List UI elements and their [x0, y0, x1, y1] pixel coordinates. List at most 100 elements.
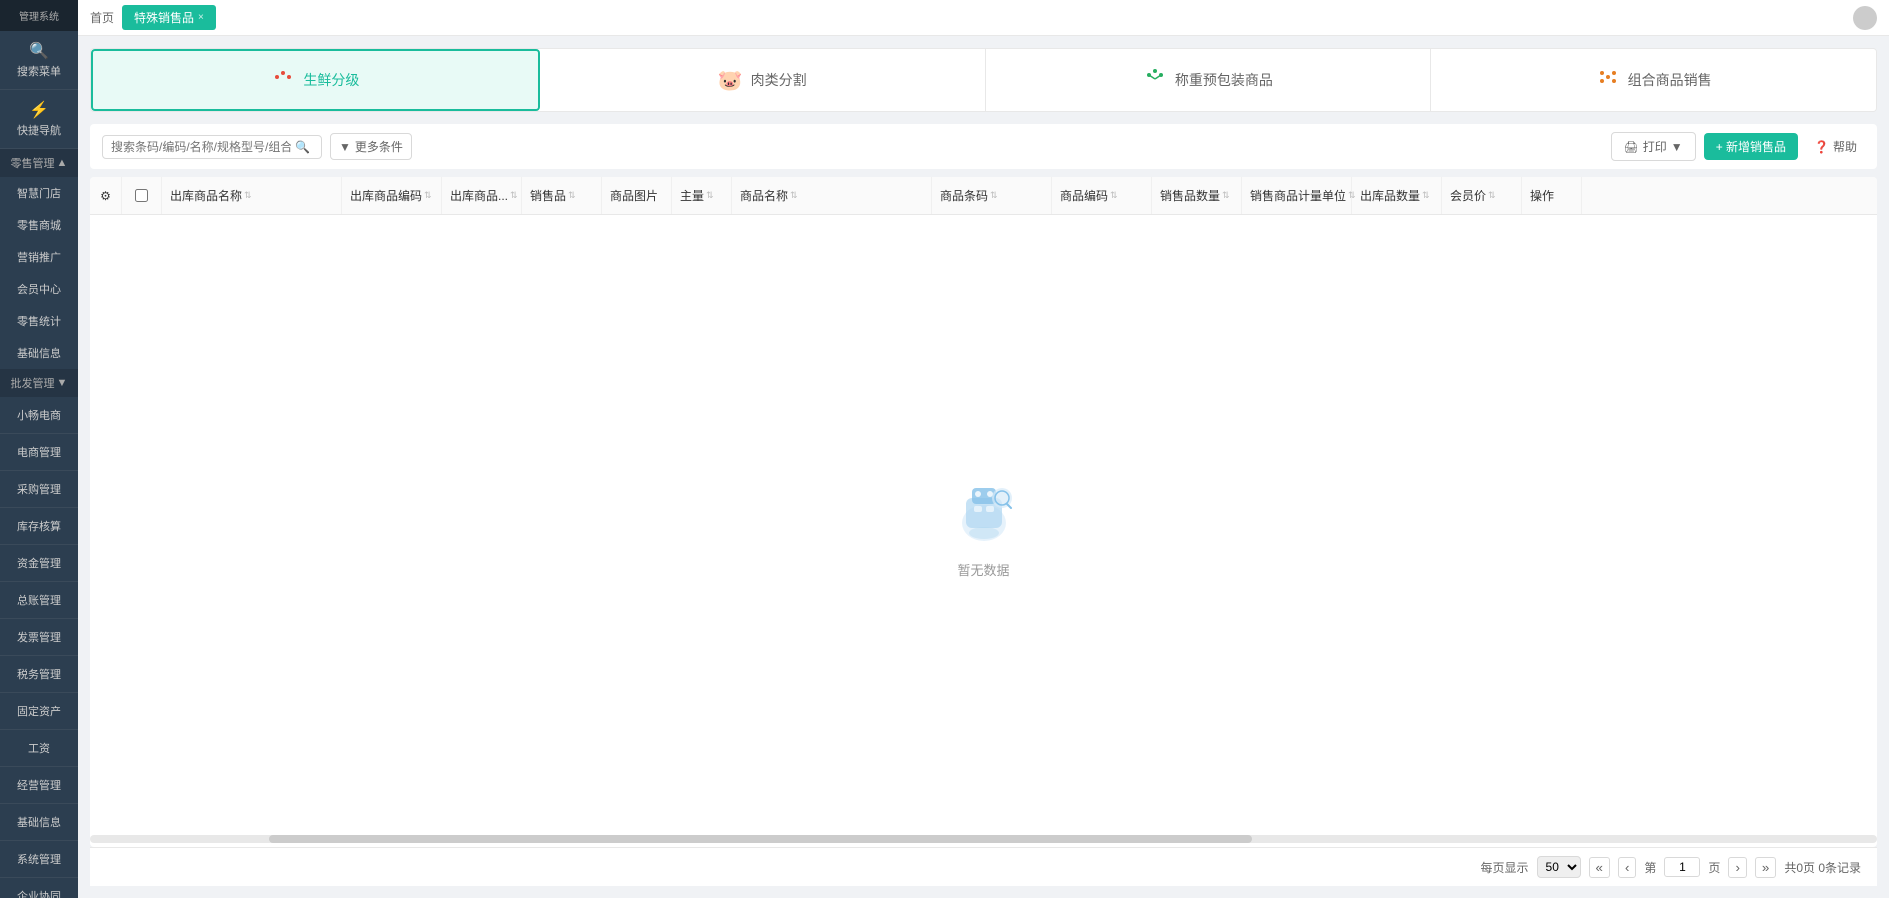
sidebar-item-label: 智慧门店 — [4, 185, 74, 201]
close-tab-icon[interactable]: × — [198, 12, 204, 23]
active-tab[interactable]: 特殊销售品 × — [122, 5, 216, 30]
sidebar-item-basic-info-2[interactable]: 基础信息 — [0, 804, 78, 841]
sidebar-item-ops[interactable]: 经营管理 — [0, 767, 78, 804]
page-unit: 页 — [1708, 859, 1720, 876]
print-arrow-icon: ▼ — [1671, 140, 1683, 154]
first-page-button[interactable]: « — [1589, 857, 1610, 878]
sidebar-item-finance[interactable]: 资金管理 — [0, 545, 78, 582]
sidebar-item-inventory[interactable]: 库存核算 — [0, 508, 78, 545]
th-member-price[interactable]: 会员价 ⇅ — [1442, 177, 1522, 214]
sidebar-item-label: 快捷导航 — [4, 122, 74, 138]
sidebar-item-label: 总账管理 — [4, 592, 74, 608]
th-outbound-spec[interactable]: 出库商品... ⇅ — [442, 177, 522, 214]
sidebar-item-smart-store[interactable]: 智慧门店 — [0, 177, 78, 209]
sidebar-item-basic-info[interactable]: 基础信息 — [0, 337, 78, 369]
search-icon: 🔍 — [295, 140, 310, 154]
sidebar-item-ecommerce[interactable]: 电商管理 — [0, 434, 78, 471]
last-page-button[interactable]: » — [1755, 857, 1776, 878]
th-goods-code[interactable]: 商品编码 ⇅ — [1052, 177, 1152, 214]
quick-nav-icon: ⚡ — [4, 100, 74, 120]
filter-button[interactable]: ▼ 更多条件 — [330, 133, 412, 160]
sidebar-item-label: 基础信息 — [4, 814, 74, 830]
th-outbound-code[interactable]: 出库商品编码 ⇅ — [342, 177, 442, 214]
add-button[interactable]: + 新增销售品 — [1704, 133, 1798, 160]
sidebar-item-label: 零售商城 — [4, 217, 74, 233]
page-size-label: 每页显示 — [1481, 859, 1529, 876]
sidebar-item-ledger[interactable]: 总账管理 — [0, 582, 78, 619]
sidebar-item-wholesale[interactable]: 批发管理 ▼ — [0, 369, 78, 397]
help-button[interactable]: ❓ 帮助 — [1806, 133, 1865, 160]
topbar-right — [1853, 6, 1877, 30]
config-icon: ⚙ — [100, 189, 111, 203]
th-out-qty[interactable]: 出库品数量 ⇅ — [1352, 177, 1442, 214]
th-outbound-name[interactable]: 出库商品名称 ⇅ — [162, 177, 342, 214]
th-goods-name[interactable]: 商品名称 ⇅ — [732, 177, 932, 214]
sidebar-item-label: 基础信息 — [4, 345, 74, 361]
sidebar-item-member[interactable]: 会员中心 — [0, 273, 78, 305]
th-check[interactable] — [122, 177, 162, 214]
sidebar-item-retail-manage[interactable]: 零售管理 ▲ — [0, 149, 78, 177]
sidebar-item-search-menu[interactable]: 🔍 搜索菜单 — [0, 31, 78, 90]
sidebar-item-xc-ecommerce[interactable]: 小畅电商 — [0, 397, 78, 434]
th-barcode[interactable]: 商品条码 ⇅ — [932, 177, 1052, 214]
sidebar-item-label: 发票管理 — [4, 629, 74, 645]
help-icon: ❓ — [1814, 140, 1829, 154]
fresh-icon — [271, 65, 295, 95]
sort-icon: ⇅ — [424, 190, 432, 201]
th-sale-item[interactable]: 销售品 ⇅ — [522, 177, 602, 214]
next-page-button[interactable]: › — [1728, 857, 1746, 878]
sidebar-item-retail-mall[interactable]: 零售商城 — [0, 209, 78, 241]
horizontal-scrollbar[interactable] — [90, 835, 1877, 843]
sidebar-item-purchase[interactable]: 采购管理 — [0, 471, 78, 508]
sidebar-item-label: 小畅电商 — [4, 407, 74, 423]
th-img: 商品图片 — [602, 177, 672, 214]
search-box[interactable]: 🔍 — [102, 135, 322, 159]
cat-tab-weight[interactable]: 称重预包装商品 — [986, 49, 1432, 111]
sort-icon: ⇅ — [1422, 190, 1430, 201]
sidebar-item-retail-stats[interactable]: 零售统计 — [0, 305, 78, 337]
scroll-thumb[interactable] — [269, 835, 1252, 843]
sidebar: 管理系统 🔍 搜索菜单 ⚡ 快捷导航 零售管理 ▲ 智慧门店 零售商城 营销推广… — [0, 0, 78, 898]
sidebar-item-label: 系统管理 — [4, 851, 74, 867]
sidebar-item-marketing[interactable]: 营销推广 — [0, 241, 78, 273]
select-all-checkbox[interactable] — [135, 189, 148, 202]
search-menu-icon: 🔍 — [4, 41, 74, 61]
cat-tab-fresh-label: 生鲜分级 — [303, 70, 359, 90]
sort-icon: ⇅ — [1488, 190, 1496, 201]
wholesale-label: 批发管理 — [11, 375, 55, 391]
sidebar-item-assets[interactable]: 固定资产 — [0, 693, 78, 730]
sidebar-item-label: 会员中心 — [4, 281, 74, 297]
page-label: 第 — [1644, 859, 1656, 876]
th-main-unit[interactable]: 主量 ⇅ — [672, 177, 732, 214]
combo-icon — [1596, 65, 1620, 95]
sidebar-item-enterprise[interactable]: 企业协同 — [0, 878, 78, 898]
th-sale-unit[interactable]: 销售商品计量单位 ⇅ — [1242, 177, 1352, 214]
cat-tab-combo[interactable]: 组合商品销售 — [1431, 49, 1876, 111]
cat-tab-meat[interactable]: 🐷 肉类分割 — [540, 49, 986, 111]
sort-icon: ⇅ — [1222, 190, 1230, 201]
weight-icon — [1143, 65, 1167, 95]
sort-icon: ⇅ — [706, 190, 714, 201]
pagination: 每页显示 50 « ‹ 第 页 › » 共0页 0条记录 — [90, 847, 1877, 886]
sidebar-item-system[interactable]: 系统管理 — [0, 841, 78, 878]
sidebar-item-label: 经营管理 — [4, 777, 74, 793]
prev-page-button[interactable]: ‹ — [1618, 857, 1636, 878]
search-input[interactable] — [111, 140, 291, 154]
sidebar-item-tax[interactable]: 税务管理 — [0, 656, 78, 693]
print-button[interactable]: 🖨 打印 ▼ — [1611, 132, 1696, 161]
sidebar-item-label: 库存核算 — [4, 518, 74, 534]
th-sale-qty[interactable]: 销售品数量 ⇅ — [1152, 177, 1242, 214]
sidebar-item-invoice[interactable]: 发票管理 — [0, 619, 78, 656]
home-link[interactable]: 首页 — [90, 9, 114, 26]
active-tab-label: 特殊销售品 — [134, 9, 194, 26]
filter-label: 更多条件 — [355, 138, 403, 155]
cat-tab-fresh[interactable]: 生鲜分级 — [91, 49, 540, 111]
th-config[interactable]: ⚙ — [90, 177, 122, 214]
page-input[interactable] — [1664, 857, 1700, 877]
empty-illustration — [944, 468, 1024, 548]
sidebar-item-quick-nav[interactable]: ⚡ 快捷导航 — [0, 90, 78, 149]
sidebar-item-salary[interactable]: 工资 — [0, 730, 78, 767]
page-size-select[interactable]: 50 — [1537, 856, 1581, 878]
chevron-down-icon-2: ▼ — [57, 377, 68, 389]
table-body: 暂无数据 — [90, 215, 1877, 831]
